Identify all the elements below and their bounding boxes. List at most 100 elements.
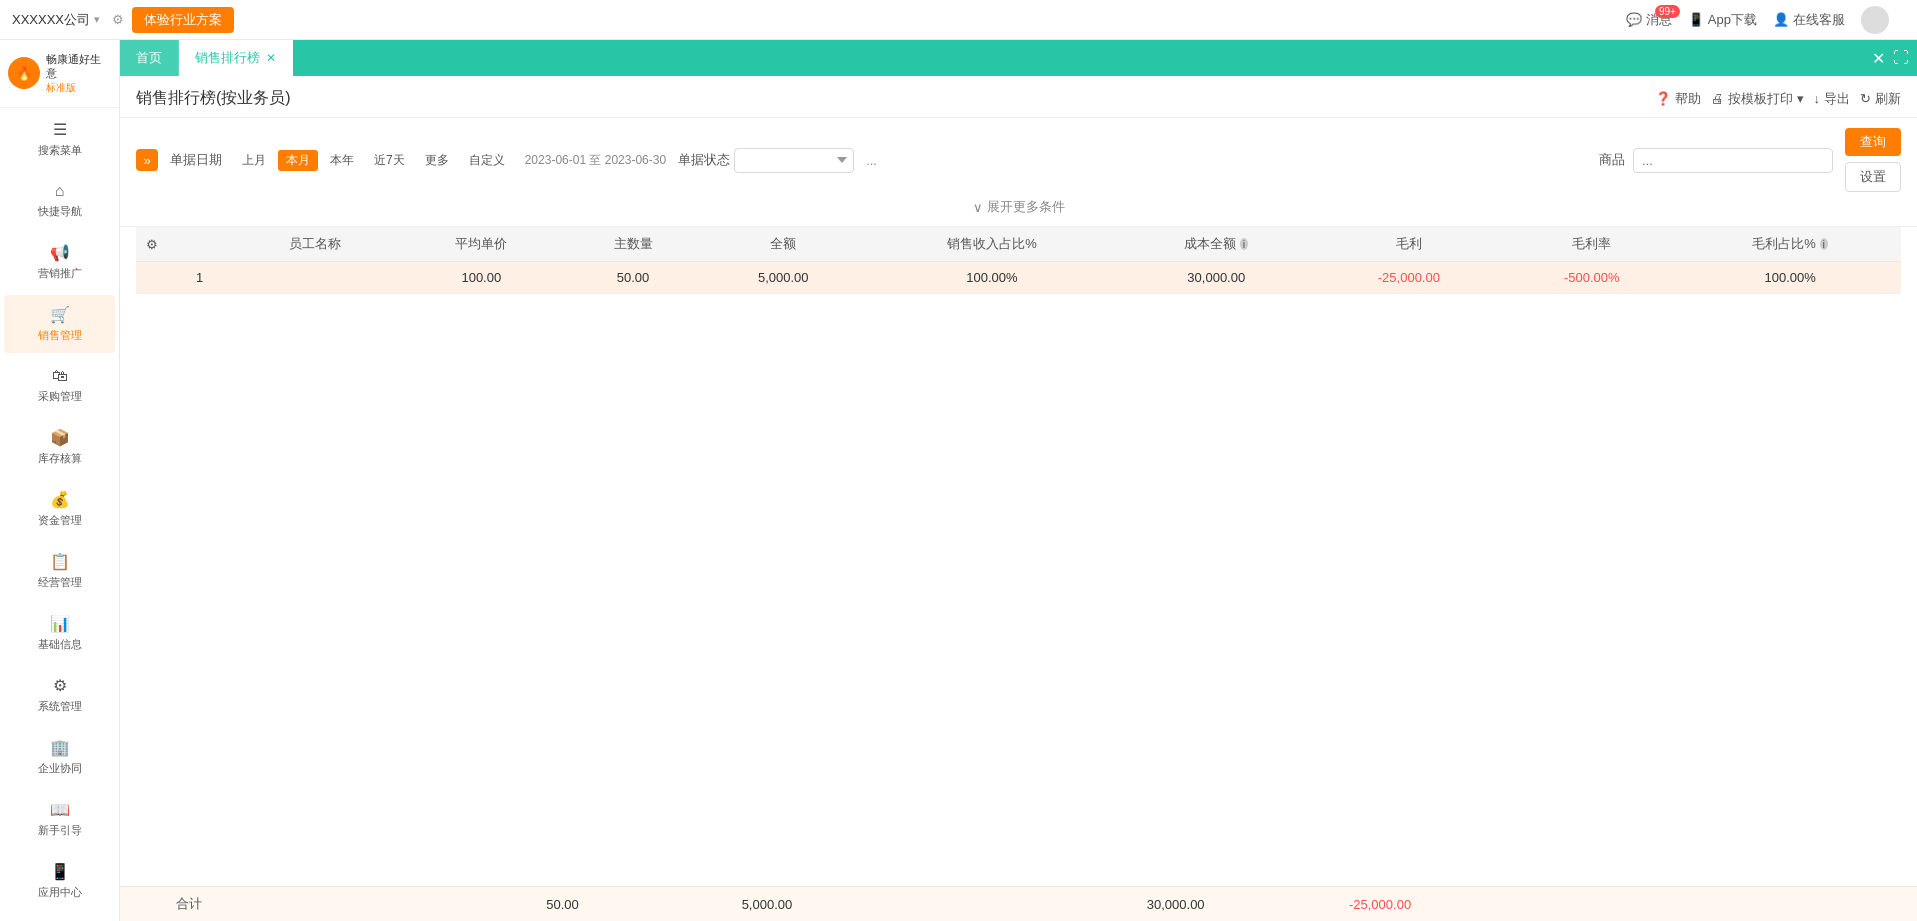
sidebar-item-inventory-label: 库存核算: [38, 451, 82, 466]
sidebar-item-basic[interactable]: 📊 基础信息: [4, 604, 115, 662]
company-name: XXXXXX公司: [12, 11, 90, 29]
goods-filter-input[interactable]: [1633, 148, 1833, 173]
footer-profit: -25,000.00: [1278, 897, 1482, 912]
footer-profit-rate: [1482, 897, 1686, 912]
cell-rank: 1: [168, 262, 231, 294]
appstore-icon: 📱: [50, 862, 70, 881]
app-download-button[interactable]: 📱 App下载: [1688, 11, 1757, 29]
tab-home[interactable]: 首页: [120, 40, 179, 76]
top-bar-right: 💬 消息 99+ 📱 App下载 👤 在线客服: [1626, 6, 1905, 34]
print-button[interactable]: 🖨 按模板打印 ▾: [1711, 90, 1804, 108]
cell-cost: 30,000.00: [1119, 262, 1314, 294]
col-profit: 毛利: [1314, 227, 1504, 262]
avatar[interactable]: [1861, 6, 1889, 34]
help-icon: ❓: [1655, 91, 1671, 106]
date-filter-label: 单据日期: [170, 151, 222, 169]
top-bar: XXXXXX公司 ▾ ⚙ 体验行业方案 💬 消息 99+ 📱 App下载 👤 在…: [0, 0, 1917, 40]
footer-total-label: 合计: [176, 895, 256, 913]
sidebar-logo: 🔥 畅康通好生意 标准版: [0, 40, 119, 108]
logo-icon: 🔥: [8, 57, 40, 89]
sidebar-item-marketing[interactable]: 📢 营销推广: [4, 233, 115, 291]
cell-profit-pct: 100.00%: [1679, 262, 1901, 294]
footer-cost: 30,000.00: [1074, 897, 1278, 912]
cell-profit-rate: -500.00%: [1504, 262, 1679, 294]
print-icon: 🖨: [1711, 91, 1724, 106]
sidebar-item-purchase-label: 采购管理: [38, 389, 82, 404]
help-button[interactable]: ❓ 帮助: [1655, 90, 1701, 108]
sidebar-item-appstore[interactable]: 📱 应用中心: [4, 852, 115, 910]
sidebar-item-nav[interactable]: ⌂ 快捷导航: [4, 172, 115, 229]
footer-qty: 50.00: [460, 897, 664, 912]
expand-label: 展开更多条件: [987, 198, 1065, 216]
query-button[interactable]: 查询: [1845, 128, 1901, 156]
date-tab-last-month[interactable]: 上月: [234, 150, 274, 171]
service-icon: 👤: [1773, 12, 1789, 27]
sidebar-item-system-label: 系统管理: [38, 699, 82, 714]
trial-button[interactable]: 体验行业方案: [132, 7, 234, 33]
footer-avg-price: [256, 897, 460, 912]
tab-bar: 首页 销售排行榜 ✕ ✕ ⛶: [120, 40, 1917, 76]
tab-bar-right: ✕ ⛶: [1872, 49, 1917, 68]
settings-button[interactable]: 设置: [1845, 162, 1901, 192]
filter-row: » 单据日期 上月 本月 本年 近7天 更多 自定义 2023-06-01 至 …: [136, 128, 1901, 192]
export-icon: ↓: [1814, 91, 1821, 106]
sidebar-item-finance[interactable]: 💰 资金管理: [4, 480, 115, 538]
inner-content: 销售排行榜(按业务员) ❓ 帮助 🖨 按模板打印 ▾ ↓: [120, 76, 1917, 921]
footer-amount: 5,000.00: [665, 897, 869, 912]
operation-icon: 📋: [50, 552, 70, 571]
sidebar-item-system[interactable]: ⚙ 系统管理: [4, 666, 115, 724]
date-tab-7days[interactable]: 近7天: [366, 150, 413, 171]
sidebar-item-sales[interactable]: 🛒 销售管理: [4, 295, 115, 353]
filter-toggle-button[interactable]: »: [136, 149, 158, 171]
expand-icon: ∨: [973, 200, 983, 215]
sales-icon: 🛒: [50, 305, 70, 324]
date-tab-more[interactable]: 更多: [417, 150, 457, 171]
sidebar-item-enterprise[interactable]: 🏢 企业协同: [4, 728, 115, 786]
basic-icon: 📊: [50, 614, 70, 633]
export-button[interactable]: ↓ 导出: [1814, 90, 1851, 108]
query-settings-col: 查询 设置: [1845, 128, 1901, 192]
footer-profit-pct: [1687, 897, 1891, 912]
table-row: 1 100.00 50.00 5,000.00 100.00% 30,000.0…: [136, 262, 1901, 294]
expand-conditions-button[interactable]: ∨ 展开更多条件: [973, 198, 1065, 216]
cell-sales-pct: 100.00%: [865, 262, 1119, 294]
date-tab-this-year[interactable]: 本年: [322, 150, 362, 171]
col-amount: 全额: [701, 227, 865, 262]
cell-avg-price: 100.00: [398, 262, 565, 294]
sidebar-item-operation[interactable]: 📋 经营管理: [4, 542, 115, 600]
col-profit-rate: 毛利率: [1504, 227, 1679, 262]
sidebar-item-purchase[interactable]: 🛍 采购管理: [4, 357, 115, 414]
footer-sales-pct: [869, 897, 1073, 912]
status-filter-select[interactable]: 全部 待审核 已审核 已完成: [734, 148, 854, 173]
sidebar-item-inventory[interactable]: 📦 库存核算: [4, 418, 115, 476]
status-filter-group: 单据状态 全部 待审核 已审核 已完成: [678, 148, 854, 173]
online-service-button[interactable]: 👤 在线客服: [1773, 11, 1845, 29]
sidebar-item-guide[interactable]: 📖 新手引导: [4, 790, 115, 848]
window-maximize-button[interactable]: ⛶: [1893, 49, 1909, 67]
sidebar-item-enterprise-label: 企业协同: [38, 761, 82, 776]
col-qty: 主数量: [565, 227, 702, 262]
window-close-button[interactable]: ✕: [1872, 49, 1885, 68]
message-button[interactable]: 💬 消息 99+: [1626, 11, 1672, 29]
export-label: 导出: [1824, 90, 1850, 108]
col-cost: 成本全额 i: [1119, 227, 1314, 262]
sidebar-item-nav-label: 快捷导航: [38, 204, 82, 219]
goods-filter-label: 商品: [1599, 151, 1625, 169]
message-badge: 99+: [1655, 5, 1680, 18]
profit-pct-info-icon[interactable]: i: [1820, 238, 1828, 250]
tab-sales-rank[interactable]: 销售排行榜 ✕: [179, 40, 293, 76]
cost-info-icon[interactable]: i: [1240, 238, 1248, 250]
marketing-icon: 📢: [50, 243, 70, 262]
refresh-button[interactable]: ↻ 刷新: [1860, 90, 1901, 108]
date-tab-this-month[interactable]: 本月: [278, 150, 318, 171]
tab-close-icon[interactable]: ✕: [266, 51, 276, 65]
status-filter-label: 单据状态: [678, 151, 730, 169]
company-settings-icon[interactable]: ⚙: [112, 12, 124, 27]
date-tab-custom[interactable]: 自定义: [461, 150, 513, 171]
col-settings[interactable]: ⚙: [136, 227, 168, 262]
sidebar-item-search[interactable]: ☰ 搜索菜单: [4, 110, 115, 168]
company-selector[interactable]: XXXXXX公司 ▾: [12, 11, 100, 29]
main-layout: 🔥 畅康通好生意 标准版 ☰ 搜索菜单 ⌂ 快捷导航 📢 营销推广 🛒 销售管理…: [0, 40, 1917, 921]
cell-amount: 5,000.00: [701, 262, 865, 294]
sidebar-item-wechat[interactable]: 💬 企业微信: [4, 914, 115, 921]
